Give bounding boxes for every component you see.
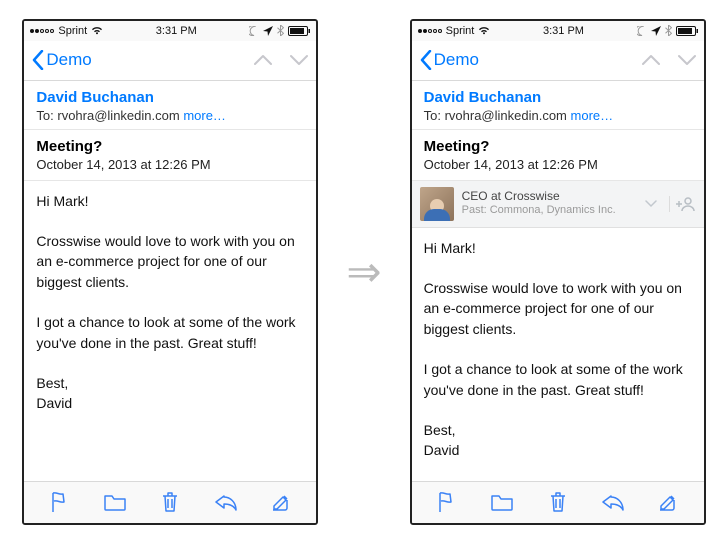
flag-button[interactable] xyxy=(435,490,459,514)
folder-button[interactable] xyxy=(490,490,514,514)
clock-label: 3:31 PM xyxy=(156,25,197,37)
reply-button[interactable] xyxy=(214,490,238,514)
date-text: October 14, 2013 at 12:26 PM xyxy=(36,157,304,172)
subject-text: Meeting? xyxy=(36,138,304,155)
bluetooth-icon xyxy=(277,25,284,36)
bluetooth-icon xyxy=(665,25,672,36)
date-text: October 14, 2013 at 12:26 PM xyxy=(424,157,692,172)
folder-button[interactable] xyxy=(103,490,127,514)
more-recipients-link[interactable]: more… xyxy=(571,108,614,123)
compose-button[interactable] xyxy=(656,490,680,514)
from-name[interactable]: David Buchanan xyxy=(36,89,304,106)
signal-dots-icon xyxy=(30,29,54,33)
to-label: To: xyxy=(36,108,53,123)
reply-button[interactable] xyxy=(601,490,625,514)
location-arrow-icon xyxy=(263,26,273,36)
comparison-arrow-icon: ⇒ xyxy=(346,251,381,293)
battery-icon xyxy=(288,26,310,36)
dnd-moon-icon xyxy=(637,26,647,36)
back-label: Demo xyxy=(434,50,479,70)
back-button[interactable]: Demo xyxy=(32,50,91,70)
intro-subtitle: Past: Commona, Dynamics Inc. xyxy=(462,204,633,218)
phone-with-intro: Sprint 3:31 PM Demo xyxy=(410,19,706,525)
status-bar: Sprint 3:31 PM xyxy=(412,21,704,41)
to-address[interactable]: rvohra@linkedin.com xyxy=(445,108,567,123)
phone-original: Sprint 3:31 PM Demo xyxy=(22,19,318,525)
signal-dots-icon xyxy=(418,29,442,33)
linkedin-intro-card[interactable]: CEO at Crosswise Past: Commona, Dynamics… xyxy=(412,181,704,228)
nav-bar: Demo xyxy=(412,41,704,81)
next-message-button[interactable] xyxy=(290,54,308,66)
message-body: Hi Mark! Crosswise would love to work wi… xyxy=(412,228,704,481)
more-recipients-link[interactable]: more… xyxy=(183,108,226,123)
compose-button[interactable] xyxy=(269,490,293,514)
prev-message-button[interactable] xyxy=(642,54,660,66)
trash-button[interactable] xyxy=(546,490,570,514)
back-label: Demo xyxy=(46,50,91,70)
toolbar xyxy=(412,481,704,523)
subject-block: Meeting? October 14, 2013 at 12:26 PM xyxy=(24,130,316,181)
message-header: David Buchanan To: rvohra@linkedin.com m… xyxy=(24,81,316,130)
chevron-left-icon xyxy=(420,50,432,70)
add-contact-button[interactable] xyxy=(669,196,696,212)
wifi-icon xyxy=(478,26,490,35)
location-arrow-icon xyxy=(651,26,661,36)
back-button[interactable]: Demo xyxy=(420,50,479,70)
to-address[interactable]: rvohra@linkedin.com xyxy=(57,108,179,123)
subject-text: Meeting? xyxy=(424,138,692,155)
next-message-button[interactable] xyxy=(678,54,696,66)
battery-icon xyxy=(676,26,698,36)
dnd-moon-icon xyxy=(249,26,259,36)
carrier-label: Sprint xyxy=(58,25,87,37)
chevron-left-icon xyxy=(32,50,44,70)
avatar xyxy=(420,187,454,221)
status-bar: Sprint 3:31 PM xyxy=(24,21,316,41)
toolbar xyxy=(24,481,316,523)
message-body: Hi Mark! Crosswise would love to work wi… xyxy=(24,181,316,481)
prev-message-button[interactable] xyxy=(254,54,272,66)
nav-bar: Demo xyxy=(24,41,316,81)
subject-block: Meeting? October 14, 2013 at 12:26 PM xyxy=(412,130,704,181)
trash-button[interactable] xyxy=(158,490,182,514)
expand-intro-button[interactable] xyxy=(641,200,661,208)
carrier-label: Sprint xyxy=(446,25,475,37)
to-label: To: xyxy=(424,108,441,123)
from-name[interactable]: David Buchanan xyxy=(424,89,692,106)
message-header: David Buchanan To: rvohra@linkedin.com m… xyxy=(412,81,704,130)
clock-label: 3:31 PM xyxy=(543,25,584,37)
intro-title: CEO at Crosswise xyxy=(462,189,633,204)
wifi-icon xyxy=(91,26,103,35)
flag-button[interactable] xyxy=(48,490,72,514)
